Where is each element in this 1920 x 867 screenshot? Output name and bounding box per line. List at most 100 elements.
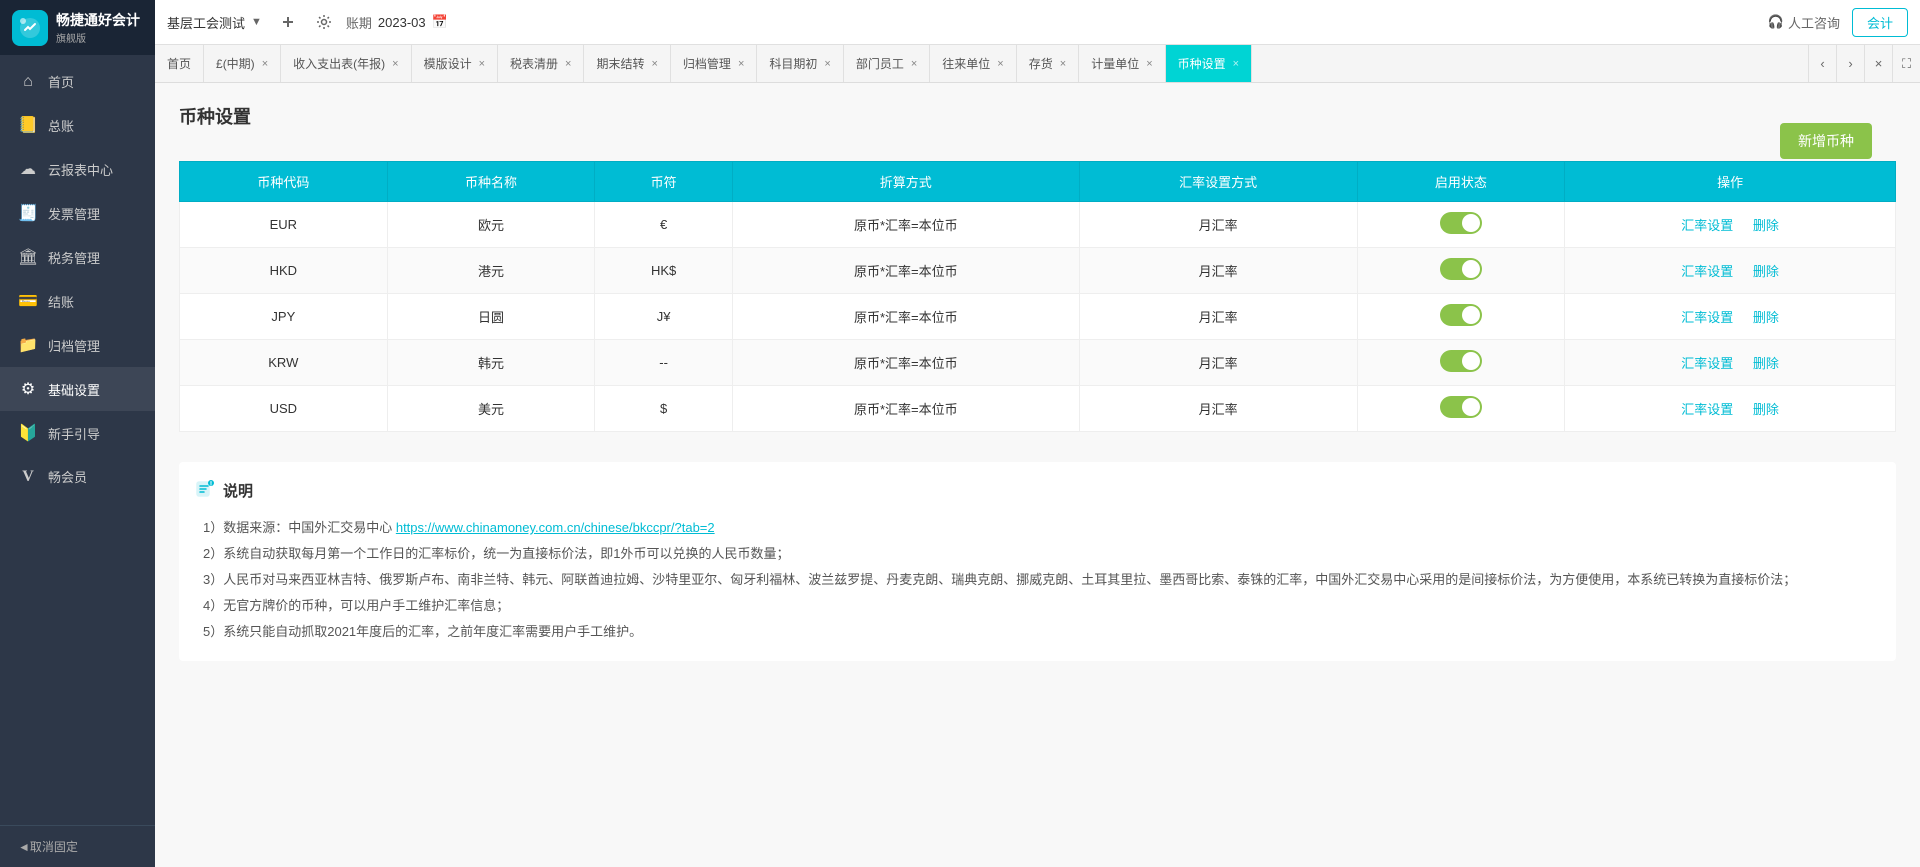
delete-link[interactable]: 删除 bbox=[1753, 218, 1779, 233]
toggle-USD[interactable] bbox=[1440, 396, 1482, 418]
sidebar-item-label: 云报表中心 bbox=[48, 160, 113, 179]
sidebar-item-checkout[interactable]: 💳 结账 bbox=[0, 279, 155, 323]
tab-close-icon[interactable]: × bbox=[262, 58, 268, 70]
home-icon: ⌂ bbox=[18, 73, 38, 91]
sidebar-item-reports[interactable]: ☁ 云报表中心 bbox=[0, 147, 155, 191]
tab-stock[interactable]: 存货 × bbox=[1017, 45, 1079, 82]
logo-main-text: 畅捷通好会计 bbox=[56, 10, 140, 30]
tab-tax[interactable]: 税表清册 × bbox=[498, 45, 584, 82]
dropdown-arrow-icon: ▼ bbox=[251, 16, 262, 28]
tab-home[interactable]: 首页 bbox=[155, 45, 204, 82]
tab-close-icon[interactable]: × bbox=[565, 58, 571, 70]
tab-close-icon[interactable]: × bbox=[824, 58, 830, 70]
tab-label: 往来单位 bbox=[942, 55, 990, 72]
add-company-button[interactable] bbox=[274, 8, 302, 36]
toggle-thumb bbox=[1462, 398, 1480, 416]
tab-currency[interactable]: 币种设置 × bbox=[1166, 45, 1252, 82]
sidebar-item-label: 结账 bbox=[48, 292, 74, 311]
toggle-track bbox=[1440, 304, 1482, 326]
customer-service-button[interactable]: 🎧 人工咨询 bbox=[1768, 13, 1840, 32]
notice-item: 2）系统自动获取每月第一个工作日的汇率标价，统一为直接标价法，即1外币可以兑换的… bbox=[203, 541, 1880, 567]
sidebar-item-label: 首页 bbox=[48, 72, 74, 91]
cell-symbol: J¥ bbox=[595, 294, 733, 340]
sidebar-item-label: 新手引导 bbox=[48, 424, 100, 443]
tab-close-icon[interactable]: × bbox=[651, 58, 657, 70]
logo-text: 畅捷通好会计 旗舰版 bbox=[56, 10, 140, 45]
new-currency-button[interactable]: 新增币种 bbox=[1780, 123, 1872, 159]
tab-close-all-button[interactable]: × bbox=[1864, 45, 1892, 83]
sidebar-item-label: 基础设置 bbox=[48, 380, 100, 399]
toggle-track bbox=[1440, 258, 1482, 280]
tab-prev-button[interactable]: ‹ bbox=[1808, 45, 1836, 83]
tab-next-button[interactable]: › bbox=[1836, 45, 1864, 83]
tab-close-icon[interactable]: × bbox=[738, 58, 744, 70]
tab-subjects[interactable]: 科目期初 × bbox=[757, 45, 843, 82]
tab-close-icon[interactable]: × bbox=[392, 58, 398, 70]
tab-close-icon[interactable]: × bbox=[911, 58, 917, 70]
tab-close-icon[interactable]: × bbox=[1146, 58, 1152, 70]
cell-status bbox=[1357, 340, 1565, 386]
tab-close-icon[interactable]: × bbox=[1060, 58, 1066, 70]
notice-item: 1）数据来源：中国外汇交易中心 https://www.chinamoney.c… bbox=[203, 515, 1880, 541]
tab-period-end[interactable]: 期末结转 × bbox=[584, 45, 670, 82]
delete-link[interactable]: 删除 bbox=[1753, 402, 1779, 417]
period-info: 账期 2023-03 📅 bbox=[346, 13, 448, 32]
rate-setting-link[interactable]: 汇率设置 bbox=[1681, 356, 1733, 371]
main-area: 基层工会测试 ▼ 账期 2023-03 📅 🎧 人工咨询 会计 bbox=[155, 0, 1920, 867]
tab-close-icon[interactable]: × bbox=[1233, 58, 1239, 70]
tab-income[interactable]: 收入支出表(年报) × bbox=[281, 45, 411, 82]
tab-close-icon[interactable]: × bbox=[479, 58, 485, 70]
sidebar-item-label: 总账 bbox=[48, 116, 74, 135]
company-selector[interactable]: 基层工会测试 ▼ bbox=[167, 13, 262, 32]
company-name: 基层工会测试 bbox=[167, 13, 245, 32]
rate-setting-link[interactable]: 汇率设置 bbox=[1681, 218, 1733, 233]
tab-nav-buttons: ‹ › × ⛶ bbox=[1808, 45, 1920, 82]
rate-setting-link[interactable]: 汇率设置 bbox=[1681, 310, 1733, 325]
period-value: 2023-03 bbox=[378, 15, 426, 30]
toggle-KRW[interactable] bbox=[1440, 350, 1482, 372]
top-header: 基层工会测试 ▼ 账期 2023-03 📅 🎧 人工咨询 会计 bbox=[155, 0, 1920, 45]
toggle-JPY[interactable] bbox=[1440, 304, 1482, 326]
sidebar-item-home[interactable]: ⌂ 首页 bbox=[0, 60, 155, 103]
tab-dept[interactable]: 部门员工 × bbox=[844, 45, 930, 82]
cell-actions: 汇率设置 删除 bbox=[1565, 294, 1896, 340]
sidebar-item-archive[interactable]: 📁 归档管理 bbox=[0, 323, 155, 367]
notice-title-text: 说明 bbox=[223, 480, 253, 501]
delete-link[interactable]: 删除 bbox=[1753, 310, 1779, 325]
sidebar-item-label: 归档管理 bbox=[48, 336, 100, 355]
archive-icon: 📁 bbox=[18, 335, 38, 355]
delete-link[interactable]: 删除 bbox=[1753, 264, 1779, 279]
toggle-EUR[interactable] bbox=[1440, 212, 1482, 234]
cell-rate-method: 月汇率 bbox=[1079, 294, 1357, 340]
sidebar-item-tax[interactable]: 🏛 税务管理 bbox=[0, 235, 155, 279]
sidebar-item-vip[interactable]: V 畅会员 bbox=[0, 455, 155, 498]
cell-name: 美元 bbox=[387, 386, 595, 432]
tab-expand-button[interactable]: ⛶ bbox=[1892, 45, 1920, 83]
tab-archive[interactable]: 归档管理 × bbox=[671, 45, 757, 82]
rate-setting-link[interactable]: 汇率设置 bbox=[1681, 402, 1733, 417]
calendar-icon[interactable]: 📅 bbox=[432, 14, 448, 30]
cell-name: 欧元 bbox=[387, 202, 595, 248]
cell-code: EUR bbox=[180, 202, 388, 248]
notice-link[interactable]: https://www.chinamoney.com.cn/chinese/bk… bbox=[396, 520, 715, 535]
toggle-HKD[interactable] bbox=[1440, 258, 1482, 280]
cloud-icon: ☁ bbox=[18, 159, 38, 179]
tab-template[interactable]: 模版设计 × bbox=[412, 45, 498, 82]
sidebar-item-ledger[interactable]: 📒 总账 bbox=[0, 103, 155, 147]
sidebar-item-invoice[interactable]: 🧾 发票管理 bbox=[0, 191, 155, 235]
sidebar-pin-toggle[interactable]: ◄取消固定 bbox=[0, 825, 155, 867]
account-button[interactable]: 会计 bbox=[1852, 8, 1908, 37]
tab-balance[interactable]: £(中期) × bbox=[204, 45, 281, 82]
rate-setting-link[interactable]: 汇率设置 bbox=[1681, 264, 1733, 279]
sidebar-item-basic[interactable]: ⚙ 基础设置 bbox=[0, 367, 155, 411]
tab-partners[interactable]: 往来单位 × bbox=[930, 45, 1016, 82]
gear-icon: ⚙ bbox=[18, 379, 38, 399]
sidebar-item-guide[interactable]: 🔰 新手引导 bbox=[0, 411, 155, 455]
settings-button[interactable] bbox=[310, 8, 338, 36]
tab-close-icon[interactable]: × bbox=[997, 58, 1003, 70]
cell-symbol: € bbox=[595, 202, 733, 248]
tab-unit[interactable]: 计量单位 × bbox=[1079, 45, 1165, 82]
col-rate-method: 汇率设置方式 bbox=[1079, 162, 1357, 202]
cell-name: 港元 bbox=[387, 248, 595, 294]
delete-link[interactable]: 删除 bbox=[1753, 356, 1779, 371]
